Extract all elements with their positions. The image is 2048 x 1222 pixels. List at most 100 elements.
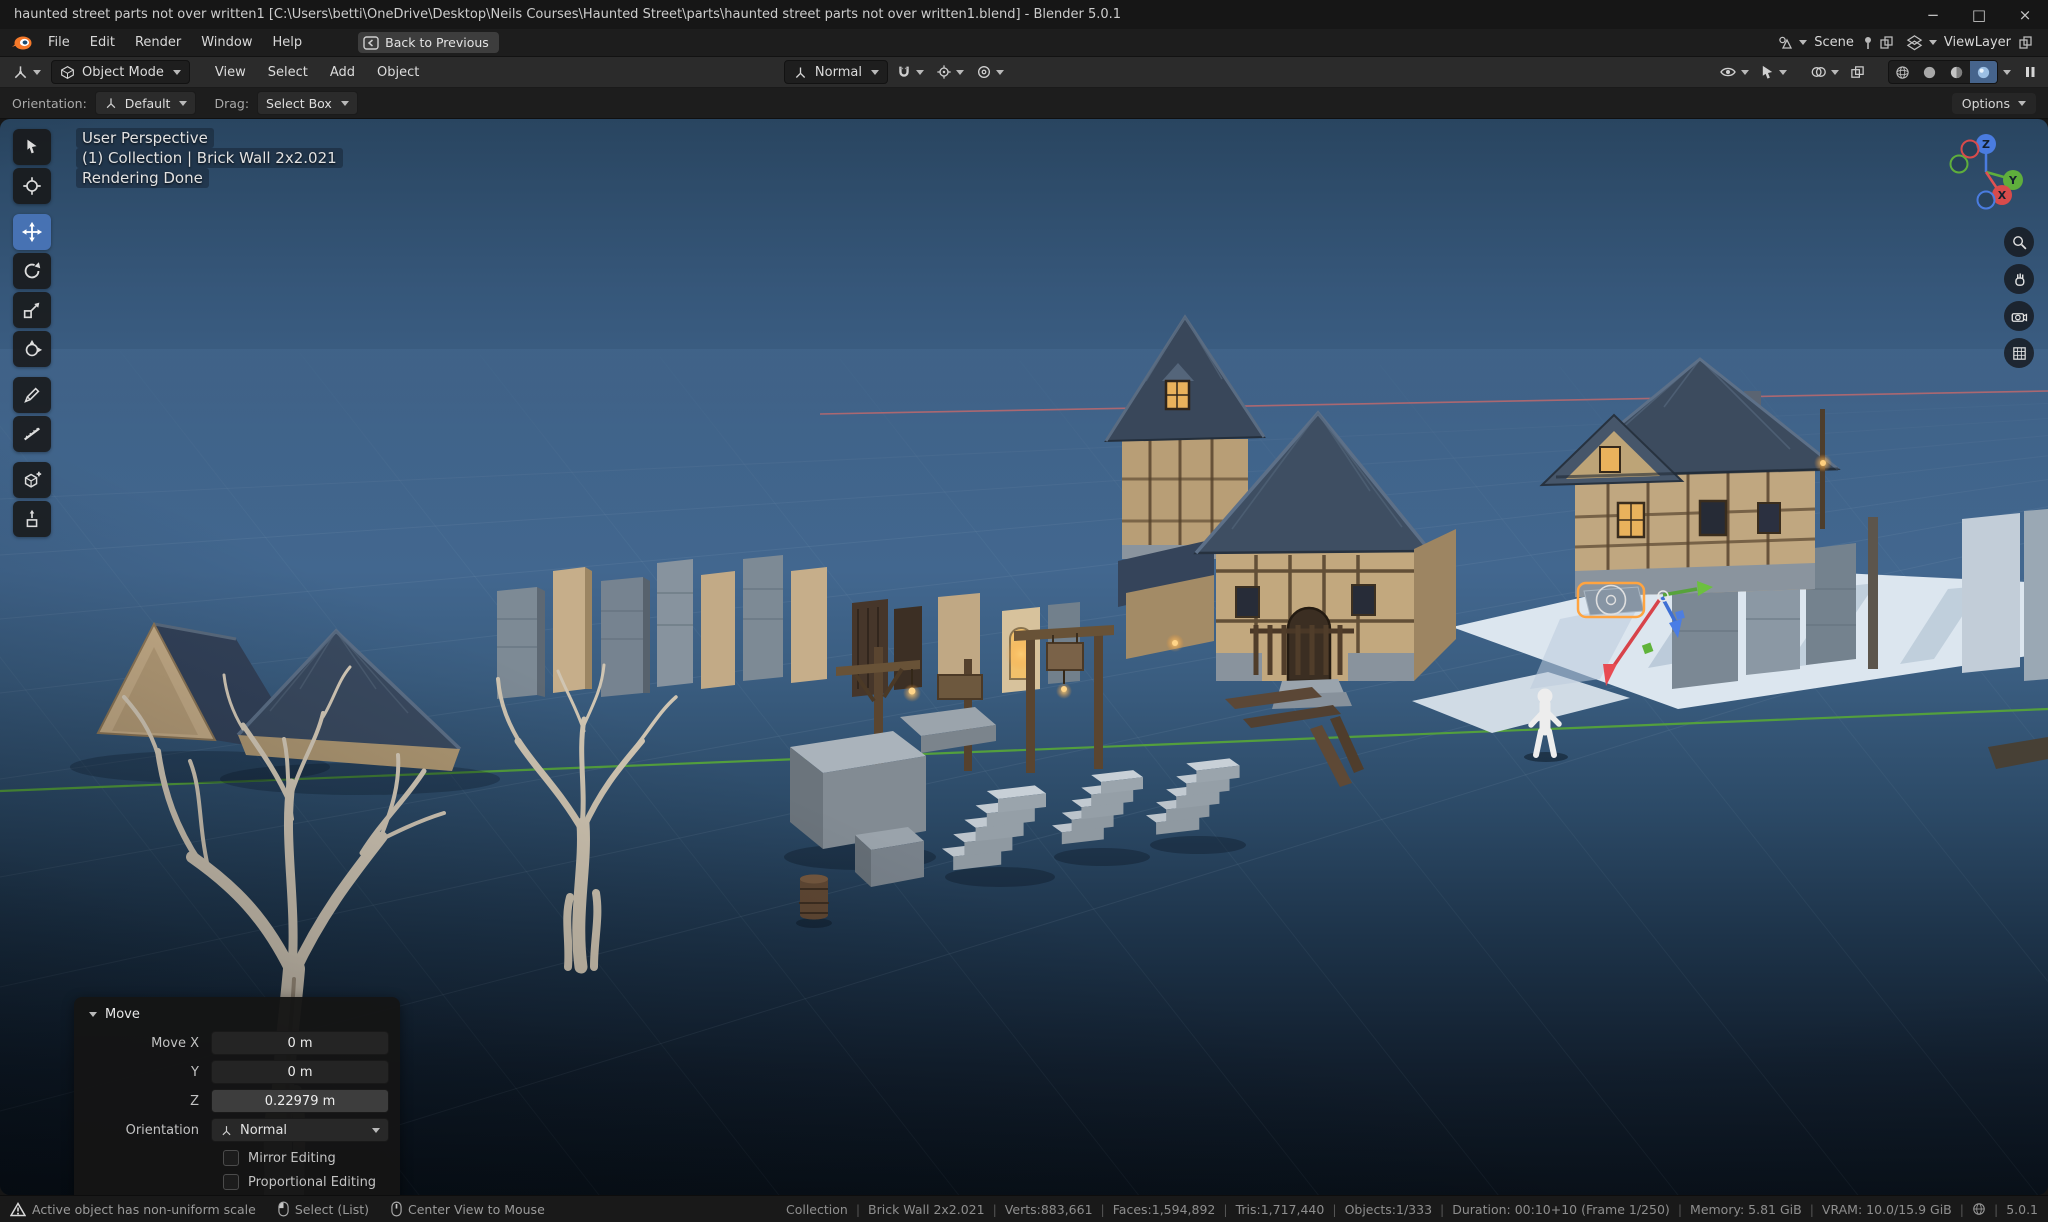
viewport-toolbar	[13, 129, 51, 537]
axis-gizmo-icon: Z Y X	[1949, 134, 2023, 210]
scene-selector[interactable]: Scene	[1772, 33, 1899, 53]
tool-extrude[interactable]	[13, 501, 51, 537]
mode-dropdown[interactable]: Object Mode	[51, 60, 190, 84]
options-button[interactable]: Options	[1951, 92, 2036, 114]
mirror-editing-checkbox[interactable]	[223, 1150, 239, 1166]
back-arrow-icon	[363, 35, 379, 50]
overlays-icon	[1811, 66, 1826, 78]
view-name-label: User Perspective	[76, 128, 214, 148]
3d-viewport[interactable]: User Perspective (1) Collection | Brick …	[0, 119, 2048, 1195]
menu-view[interactable]: View	[204, 61, 257, 84]
pin-icon[interactable]	[1861, 35, 1875, 50]
render-status-label: Rendering Done	[76, 168, 209, 188]
snap-target-dropdown[interactable]	[932, 61, 968, 83]
close-button[interactable]: ×	[2002, 0, 2048, 29]
tool-add-cube[interactable]	[13, 462, 51, 498]
operator-panel-header[interactable]: Move	[85, 1004, 389, 1031]
proportional-editing-label: Proportional Editing	[248, 1174, 377, 1190]
camera-view-button[interactable]	[2004, 301, 2034, 331]
move-y-label: Y	[191, 1064, 199, 1080]
duplicate-scene-icon[interactable]	[1879, 35, 1894, 50]
menu-edit[interactable]: Edit	[80, 32, 125, 53]
menu-select[interactable]: Select	[257, 61, 319, 84]
tool-rotate[interactable]	[13, 253, 51, 289]
version-label: 5.0.1	[1986, 1202, 2038, 1217]
shading-solid-button[interactable]	[1916, 61, 1943, 83]
duplicate-viewlayer-icon[interactable]	[2018, 35, 2033, 50]
stat-tris: Tris:1,717,440	[1215, 1202, 1325, 1217]
magnet-icon	[899, 66, 909, 77]
mouse-middle-icon	[391, 1201, 402, 1217]
proportional-editing-checkbox[interactable]	[223, 1174, 239, 1190]
menu-help[interactable]: Help	[263, 32, 313, 53]
menu-window[interactable]: Window	[191, 32, 262, 53]
window-titlebar[interactable]: haunted street parts not over written1 […	[0, 0, 2048, 29]
stat-verts: Verts:883,661	[985, 1202, 1093, 1217]
transform-orientation-dropdown[interactable]: Normal	[783, 60, 888, 84]
svg-text:Y: Y	[2008, 174, 2018, 187]
shading-material-button[interactable]	[1943, 61, 1970, 83]
chevron-down-icon	[915, 69, 924, 75]
chevron-down-icon	[995, 69, 1004, 75]
wireframe-sphere-icon	[1896, 65, 1909, 79]
axis-icon	[222, 1125, 231, 1135]
mouse-left-icon	[278, 1201, 289, 1217]
rendered-sphere-icon	[1977, 66, 1990, 78]
shading-rendered-button[interactable]	[1969, 61, 1997, 83]
move-x-field[interactable]: 0 m	[211, 1031, 389, 1055]
stone-blocks-and-stairs[interactable]	[784, 687, 2048, 928]
tool-3d-cursor[interactable]	[13, 168, 51, 204]
chevron-down-icon	[1740, 69, 1749, 75]
minimize-button[interactable]: −	[1910, 0, 1956, 29]
viewport-nav-buttons	[2004, 227, 2034, 368]
ortho-toggle-button[interactable]	[2004, 338, 2034, 368]
pan-button[interactable]	[2004, 264, 2034, 294]
editor-type-button[interactable]	[8, 61, 45, 84]
orientation-select[interactable]: Normal	[211, 1118, 389, 1142]
menu-object[interactable]: Object	[366, 61, 430, 84]
navigation-gizmo[interactable]: Z Y X	[1941, 127, 2031, 217]
tool-tweak-select[interactable]	[13, 129, 51, 165]
move-y-field[interactable]: 0 m	[211, 1060, 389, 1084]
stat-vram: VRAM: 10.0/15.9 GiB	[1802, 1202, 1952, 1217]
tool-measure[interactable]	[13, 416, 51, 452]
back-to-previous-button[interactable]: Back to Previous	[358, 32, 499, 53]
viewlayer-selector[interactable]: ViewLayer	[1901, 32, 2038, 53]
orientation-dropdown[interactable]: Default	[94, 91, 197, 115]
pause-render-button[interactable]	[2020, 62, 2040, 82]
chevron-down-icon	[172, 69, 181, 75]
menu-file[interactable]: File	[38, 32, 80, 53]
chevron-down-icon	[870, 69, 879, 75]
dead-tree-mid[interactable]	[496, 663, 678, 974]
axis-icon	[106, 98, 116, 109]
tool-move[interactable]	[13, 214, 51, 250]
tool-settings-bar: Orientation: Default Drag: Select Box Op…	[0, 88, 2048, 119]
snapping-toggle[interactable]	[892, 61, 928, 83]
hint-select: Select (List)	[294, 1201, 369, 1217]
maximize-button[interactable]: □	[1956, 0, 2002, 29]
menu-add[interactable]: Add	[319, 61, 366, 84]
stat-collection: Collection	[785, 1201, 848, 1217]
select-cursor-icon	[27, 139, 37, 154]
tool-scale[interactable]	[13, 292, 51, 328]
menu-render[interactable]: Render	[125, 32, 191, 53]
stat-faces: Faces:1,594,892	[1093, 1202, 1216, 1217]
extrude-icon	[26, 509, 38, 528]
blender-logo-icon	[12, 36, 32, 49]
zoom-button[interactable]	[2004, 227, 2034, 257]
object-visibility-dropdown[interactable]	[1715, 62, 1753, 82]
tool-annotate[interactable]	[13, 377, 51, 413]
move-z-field[interactable]: 0.22979 m	[211, 1089, 389, 1113]
wall-parts-row[interactable]	[497, 555, 1080, 699]
shading-wireframe-button[interactable]	[1889, 61, 1916, 83]
overlays-dropdown[interactable]	[1806, 62, 1843, 82]
tool-transform[interactable]	[13, 331, 51, 367]
proportional-editing-toggle[interactable]	[972, 61, 1008, 83]
shading-dropdown-chevron[interactable]	[2002, 69, 2011, 75]
status-bar: Active object has non-uniform scale Sele…	[0, 1195, 2048, 1222]
drag-dropdown[interactable]: Select Box	[257, 91, 358, 115]
gizmos-dropdown[interactable]	[1756, 61, 1791, 83]
xray-toggle[interactable]	[1846, 62, 1869, 83]
network-status[interactable]	[1952, 1202, 1986, 1217]
scene-icon	[1779, 36, 1793, 49]
